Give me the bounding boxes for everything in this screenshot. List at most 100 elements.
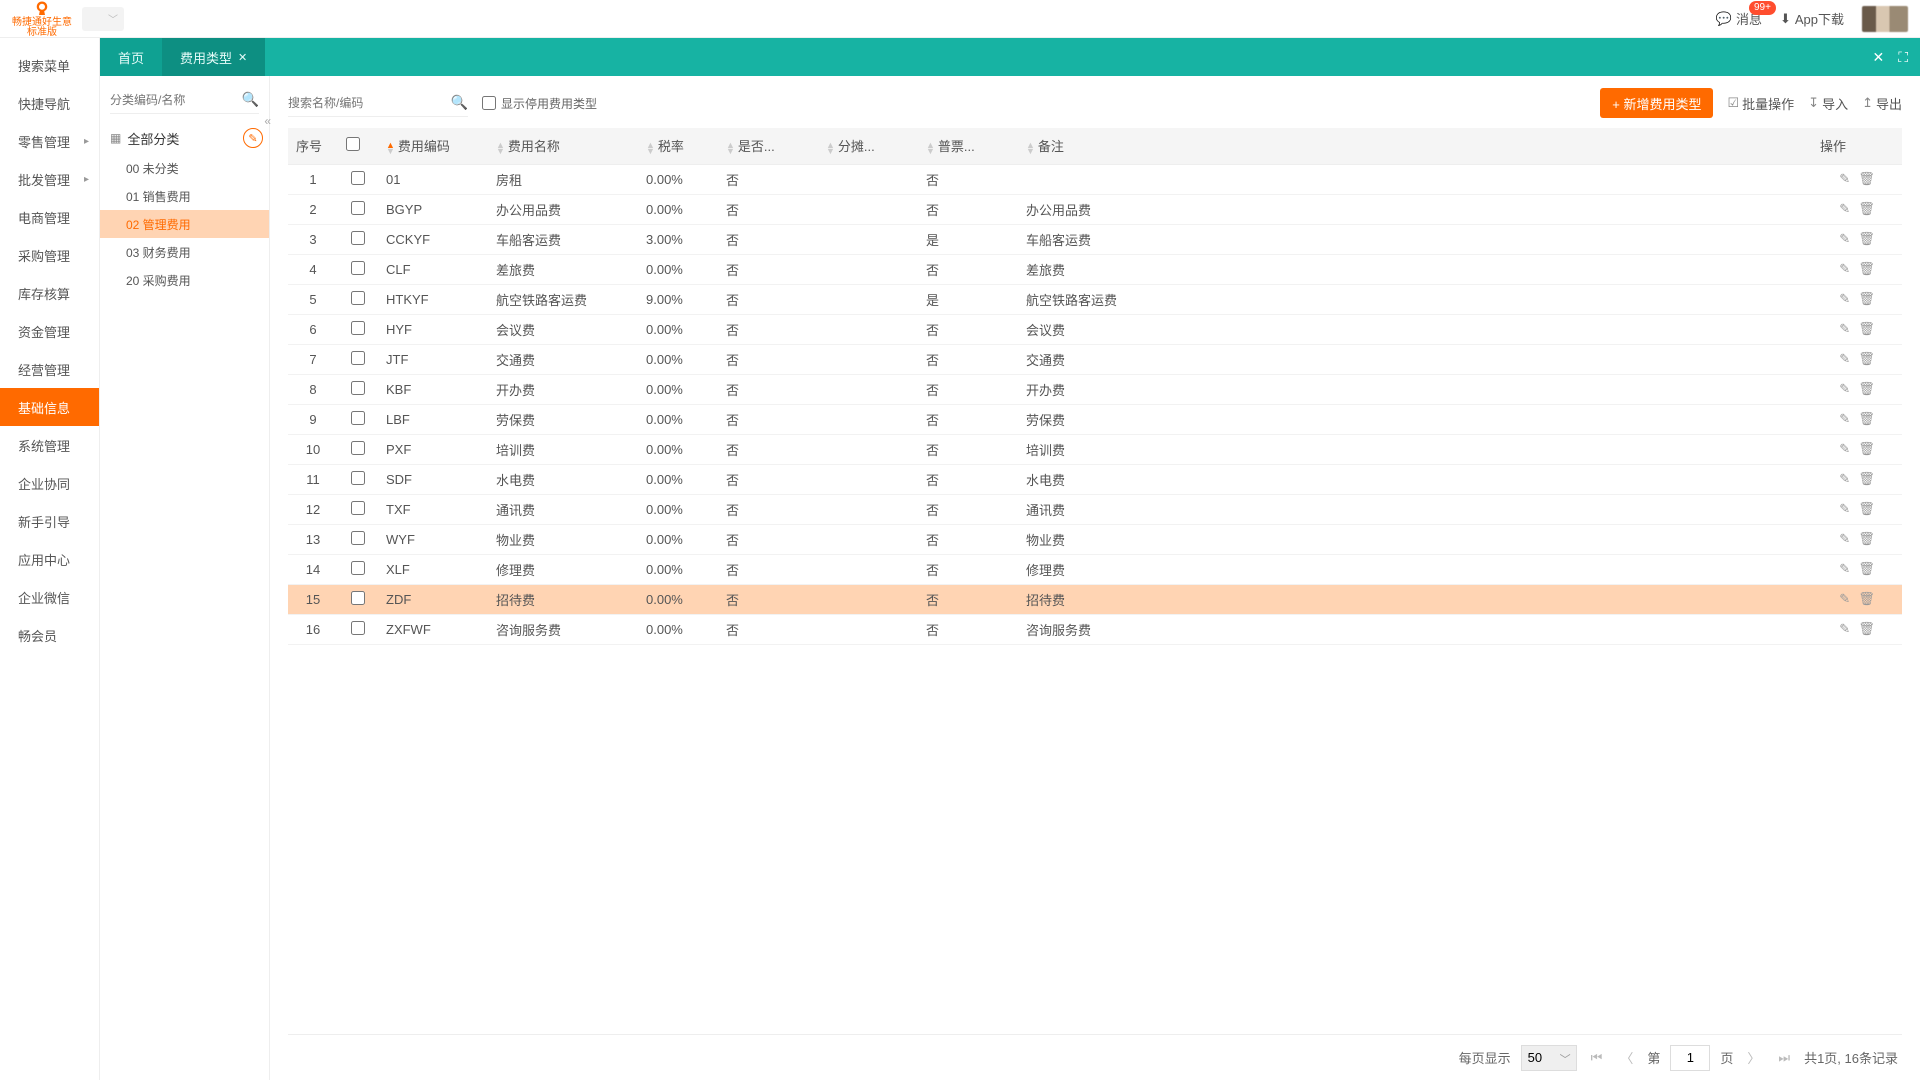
nav-item[interactable]: 采购管理 — [0, 236, 99, 274]
edit-icon[interactable]: ✎ — [1839, 591, 1850, 606]
delete-icon[interactable]: 🗑 — [1858, 381, 1875, 396]
col-code[interactable]: ▲▼费用编码 — [378, 128, 488, 164]
row-checkbox[interactable] — [351, 531, 365, 545]
row-checkbox[interactable] — [351, 351, 365, 365]
delete-icon[interactable]: 🗑 — [1858, 471, 1875, 486]
delete-icon[interactable]: 🗑 — [1858, 591, 1875, 606]
nav-item[interactable]: 新手引导 — [0, 502, 99, 540]
category-search-input[interactable] — [110, 86, 259, 114]
delete-icon[interactable]: 🗑 — [1858, 171, 1875, 186]
delete-icon[interactable]: 🗑 — [1858, 261, 1875, 276]
row-checkbox[interactable] — [351, 231, 365, 245]
row-checkbox[interactable] — [351, 381, 365, 395]
edit-icon[interactable]: ✎ — [1839, 231, 1850, 246]
delete-icon[interactable]: 🗑 — [1858, 201, 1875, 216]
edit-icon[interactable]: ✎ — [1839, 531, 1850, 546]
pager-last[interactable]: ⏭ — [1774, 1050, 1794, 1066]
row-checkbox[interactable] — [351, 291, 365, 305]
edit-icon[interactable]: ✎ — [1839, 321, 1850, 336]
pager-first[interactable]: ⏮ — [1587, 1050, 1607, 1066]
nav-item[interactable]: 企业协同 — [0, 464, 99, 502]
row-checkbox[interactable] — [351, 201, 365, 215]
nav-item[interactable]: 批发管理 — [0, 160, 99, 198]
category-item[interactable]: 03 财务费用 — [100, 238, 269, 266]
nav-item[interactable]: 企业微信 — [0, 578, 99, 616]
category-edit-button[interactable]: ✎ — [243, 128, 263, 148]
row-checkbox[interactable] — [351, 261, 365, 275]
row-checkbox[interactable] — [351, 411, 365, 425]
category-item[interactable]: 20 采购费用 — [100, 266, 269, 294]
tab-close-all-icon[interactable]: ✕ — [1872, 49, 1884, 66]
col-remark[interactable]: ▲▼备注 — [1018, 128, 1812, 164]
nav-item[interactable]: 基础信息 — [0, 388, 99, 426]
col-ticket[interactable]: ▲▼普票... — [918, 128, 1018, 164]
category-item[interactable]: 00 未分类 — [100, 154, 269, 182]
edit-icon[interactable]: ✎ — [1839, 471, 1850, 486]
edit-icon[interactable]: ✎ — [1839, 441, 1850, 456]
messages-link[interactable]: 💬 消息 99+ — [1716, 9, 1762, 28]
edit-icon[interactable]: ✎ — [1839, 291, 1850, 306]
edit-icon[interactable]: ✎ — [1839, 381, 1850, 396]
nav-item[interactable]: 资金管理 — [0, 312, 99, 350]
delete-icon[interactable]: 🗑 — [1858, 501, 1875, 516]
show-disabled-checkbox[interactable] — [482, 96, 496, 110]
edit-icon[interactable]: ✎ — [1839, 621, 1850, 636]
tab-expense-type[interactable]: 费用类型 ✕ — [162, 38, 265, 76]
row-checkbox[interactable] — [351, 561, 365, 575]
delete-icon[interactable]: 🗑 — [1858, 321, 1875, 336]
col-alloc[interactable]: ▲▼分摊... — [818, 128, 918, 164]
app-download-link[interactable]: ⬇ App下载 — [1780, 9, 1844, 28]
nav-item[interactable]: 畅会员 — [0, 616, 99, 654]
nav-item[interactable]: 搜索菜单 — [0, 46, 99, 84]
col-name[interactable]: ▲▼费用名称 — [488, 128, 638, 164]
row-checkbox[interactable] — [351, 321, 365, 335]
nav-item[interactable]: 快捷导航 — [0, 84, 99, 122]
category-item[interactable]: 02 管理费用 — [100, 210, 269, 238]
export-button[interactable]: ↥导出 — [1862, 94, 1902, 113]
close-icon[interactable]: ✕ — [238, 51, 247, 64]
show-disabled-toggle[interactable]: 显示停用费用类型 — [482, 95, 597, 112]
delete-icon[interactable]: 🗑 — [1858, 231, 1875, 246]
fullscreen-icon[interactable]: ⛶ — [1898, 49, 1908, 66]
delete-icon[interactable]: 🗑 — [1858, 351, 1875, 366]
delete-icon[interactable]: 🗑 — [1858, 621, 1875, 636]
user-avatar[interactable] — [1862, 6, 1908, 32]
nav-item[interactable]: 电商管理 — [0, 198, 99, 236]
col-rate[interactable]: ▲▼税率 — [638, 128, 718, 164]
search-icon[interactable]: 🔍 — [242, 91, 259, 108]
row-checkbox[interactable] — [351, 171, 365, 185]
col-seq[interactable]: 序号 — [288, 128, 338, 164]
org-selector[interactable]: ﹀ — [82, 7, 124, 31]
add-expense-type-button[interactable]: + 新增费用类型 — [1600, 88, 1713, 118]
category-item[interactable]: 01 销售费用 — [100, 182, 269, 210]
row-checkbox[interactable] — [351, 591, 365, 605]
batch-action-button[interactable]: ☑批量操作 — [1727, 94, 1794, 113]
row-checkbox[interactable] — [351, 441, 365, 455]
delete-icon[interactable]: 🗑 — [1858, 291, 1875, 306]
nav-item[interactable]: 经营管理 — [0, 350, 99, 388]
pager-prev[interactable]: 〈 — [1616, 1048, 1637, 1067]
nav-item[interactable]: 零售管理 — [0, 122, 99, 160]
col-isx[interactable]: ▲▼是否... — [718, 128, 818, 164]
search-icon[interactable]: 🔍 — [451, 94, 468, 111]
table-search-input[interactable] — [288, 89, 468, 117]
page-input[interactable] — [1670, 1045, 1710, 1071]
edit-icon[interactable]: ✎ — [1839, 501, 1850, 516]
nav-item[interactable]: 库存核算 — [0, 274, 99, 312]
row-checkbox[interactable] — [351, 621, 365, 635]
row-checkbox[interactable] — [351, 471, 365, 485]
import-button[interactable]: ↧导入 — [1808, 94, 1848, 113]
per-page-select[interactable]: 50 — [1521, 1045, 1577, 1071]
nav-item[interactable]: 应用中心 — [0, 540, 99, 578]
category-all[interactable]: ▦ 全部分类 ✎ — [100, 122, 269, 154]
delete-icon[interactable]: 🗑 — [1858, 531, 1875, 546]
delete-icon[interactable]: 🗑 — [1858, 561, 1875, 576]
tab-home[interactable]: 首页 — [100, 38, 162, 76]
edit-icon[interactable]: ✎ — [1839, 411, 1850, 426]
edit-icon[interactable]: ✎ — [1839, 201, 1850, 216]
edit-icon[interactable]: ✎ — [1839, 261, 1850, 276]
delete-icon[interactable]: 🗑 — [1858, 411, 1875, 426]
pager-next[interactable]: 〉 — [1743, 1048, 1764, 1067]
row-checkbox[interactable] — [351, 501, 365, 515]
edit-icon[interactable]: ✎ — [1839, 351, 1850, 366]
